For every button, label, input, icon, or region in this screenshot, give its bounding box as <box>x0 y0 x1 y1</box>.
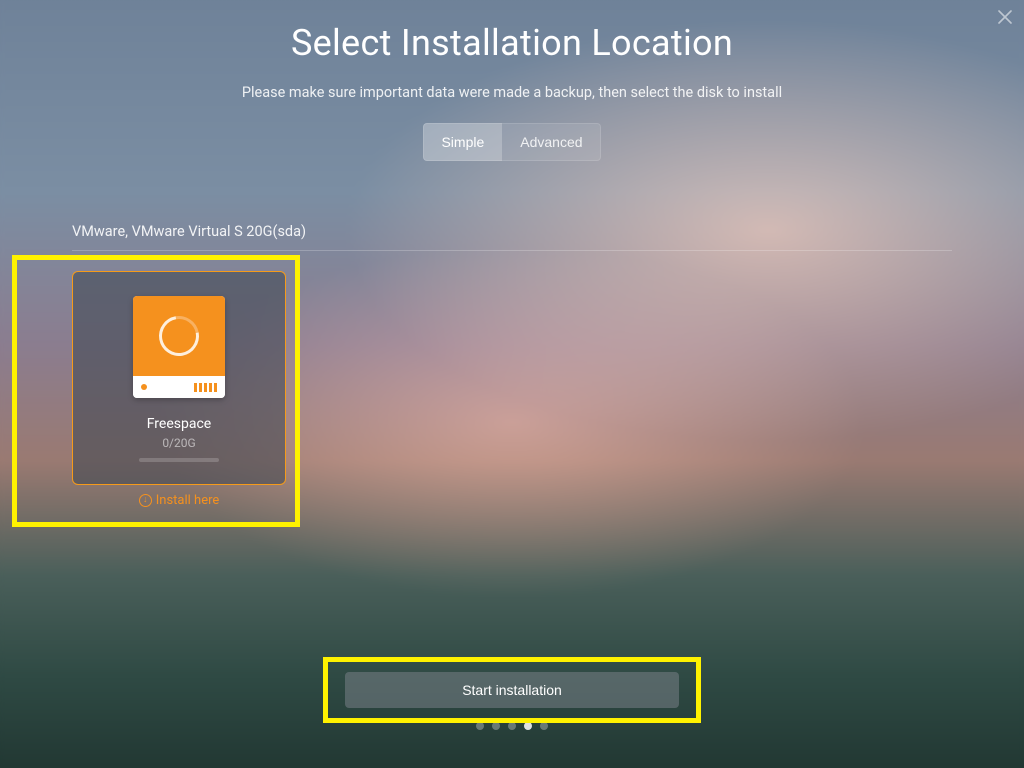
step-dot <box>508 722 516 730</box>
partition-size: 0/20G <box>162 436 195 450</box>
step-dot <box>540 722 548 730</box>
partition-usage-bar <box>139 458 219 462</box>
step-indicator <box>476 722 548 730</box>
page-subtitle: Please make sure important data were mad… <box>242 84 782 101</box>
step-dot <box>492 722 500 730</box>
step-dot <box>524 722 532 730</box>
mode-toggle: Simple Advanced <box>423 123 600 161</box>
mode-simple-button[interactable]: Simple <box>423 123 502 161</box>
disk-icon <box>133 296 225 398</box>
partition-card[interactable]: Freespace 0/20G <box>72 271 286 485</box>
partition-name: Freespace <box>147 416 211 432</box>
disk-header: VMware, VMware Virtual S 20G(sda) <box>72 221 952 251</box>
install-here-label: Install here <box>156 493 220 508</box>
disk-label: VMware, VMware Virtual S 20G(sda) <box>72 223 306 240</box>
step-dot <box>476 722 484 730</box>
download-circle-icon: ↓ <box>139 494 152 507</box>
page-title: Select Installation Location <box>291 22 733 64</box>
start-installation-button[interactable]: Start installation <box>345 672 679 708</box>
install-here-indicator: ↓ Install here <box>139 493 220 508</box>
mode-advanced-button[interactable]: Advanced <box>502 123 600 161</box>
